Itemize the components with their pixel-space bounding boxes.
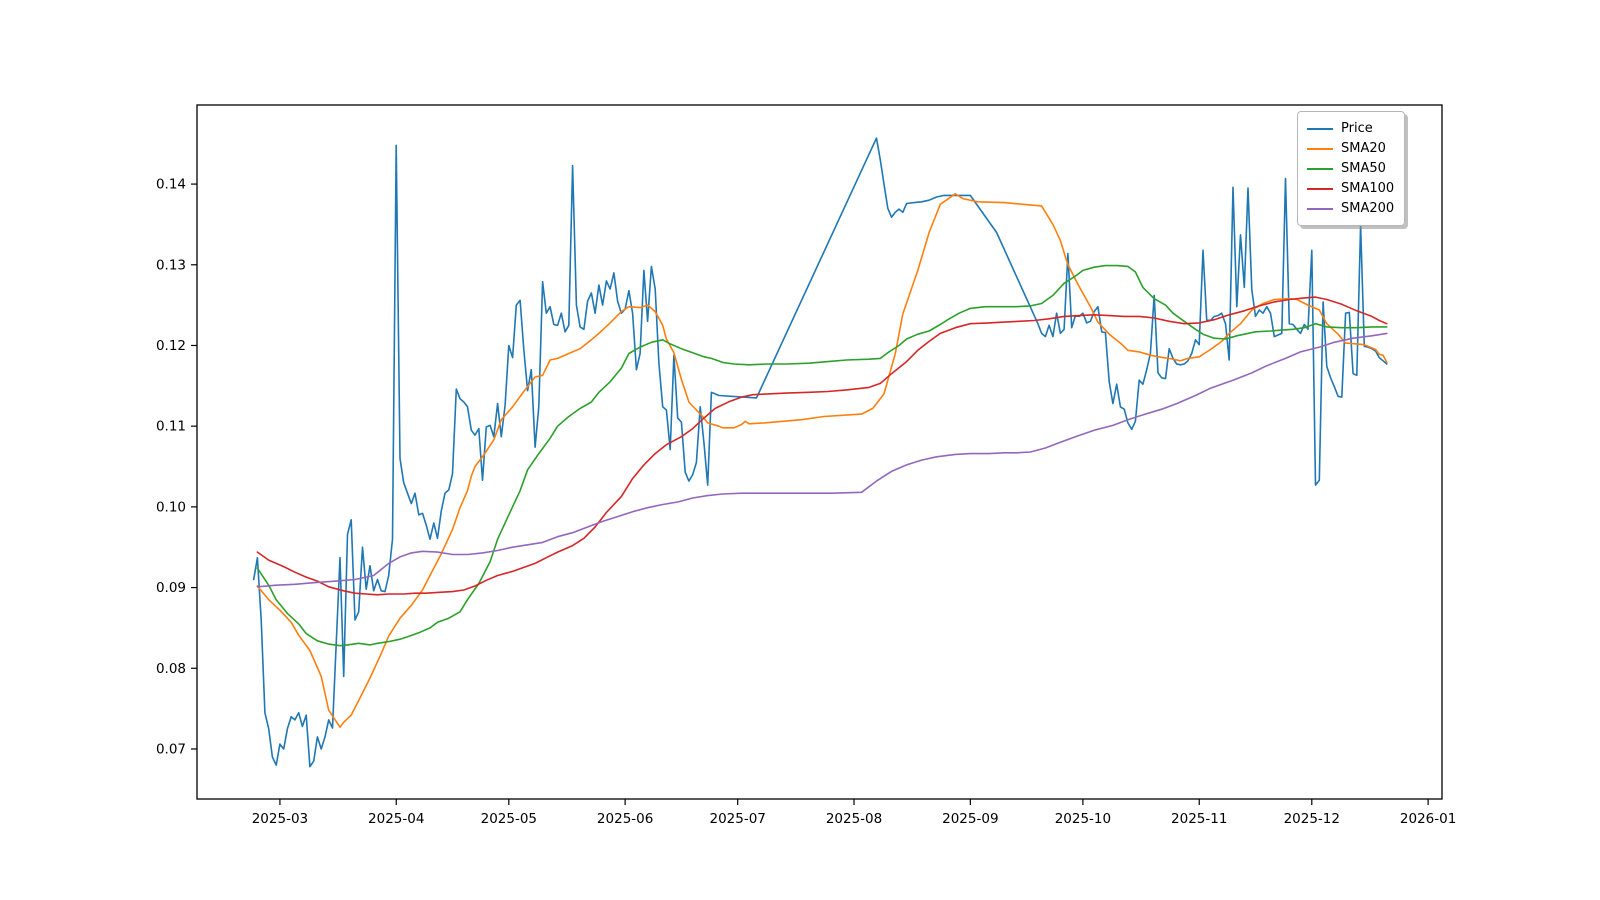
y-tick-label: 0.13 — [156, 257, 186, 273]
x-tick-label: 2025-11 — [1171, 811, 1227, 827]
y-tick-label: 0.14 — [156, 177, 186, 193]
x-tick-label: 2025-09 — [942, 811, 998, 827]
legend-line-swatch — [1307, 208, 1333, 210]
legend-line-swatch — [1307, 128, 1333, 130]
y-tick-label: 0.10 — [156, 499, 186, 515]
legend-line-swatch — [1307, 148, 1333, 150]
legend-label: SMA50 — [1341, 161, 1386, 176]
y-tick-label: 0.09 — [156, 580, 186, 596]
legend-item-sma200: SMA200 — [1307, 199, 1396, 219]
x-tick-label: 2025-06 — [597, 811, 653, 827]
figure-canvas: 2025-03 2025-04 2025-05 2025-06 2025-07 2025-… — [0, 0, 1600, 900]
sma200-line — [256, 332, 1388, 588]
legend-label: SMA20 — [1341, 141, 1386, 156]
legend-line-swatch — [1307, 188, 1333, 190]
legend-line-swatch — [1307, 168, 1333, 170]
legend-box: Price SMA20 SMA50 SMA100 SMA200 — [1297, 111, 1405, 226]
sma20-line — [256, 193, 1388, 729]
y-tick-label: 0.11 — [156, 419, 186, 435]
x-tick-label: 2025-08 — [826, 811, 882, 827]
x-tick-label: 2025-04 — [368, 811, 424, 827]
legend-label: SMA100 — [1341, 181, 1395, 196]
y-tick-label: 0.08 — [156, 661, 186, 677]
y-tick-label: 0.07 — [156, 741, 186, 757]
x-tick-label: 2025-07 — [709, 811, 765, 827]
sma50-line — [256, 264, 1388, 647]
x-tick-label: 2025-10 — [1055, 811, 1111, 827]
legend-label: SMA200 — [1341, 201, 1395, 216]
legend-item-sma50: SMA50 — [1307, 159, 1396, 179]
x-tick-label: 2025-03 — [252, 811, 308, 827]
x-tick-label: 2025-05 — [481, 811, 537, 827]
legend-item-sma100: SMA100 — [1307, 179, 1396, 199]
axes-frame — [196, 104, 1443, 800]
x-tick-label: 2026-01 — [1400, 811, 1456, 827]
legend-label: Price — [1341, 121, 1373, 136]
sma100-line — [256, 296, 1388, 596]
x-tick-label: 2025-12 — [1284, 811, 1340, 827]
price-line — [252, 137, 1388, 768]
legend-item-price: Price — [1307, 119, 1396, 139]
legend-item-sma20: SMA20 — [1307, 139, 1396, 159]
y-tick-label: 0.12 — [156, 338, 186, 354]
